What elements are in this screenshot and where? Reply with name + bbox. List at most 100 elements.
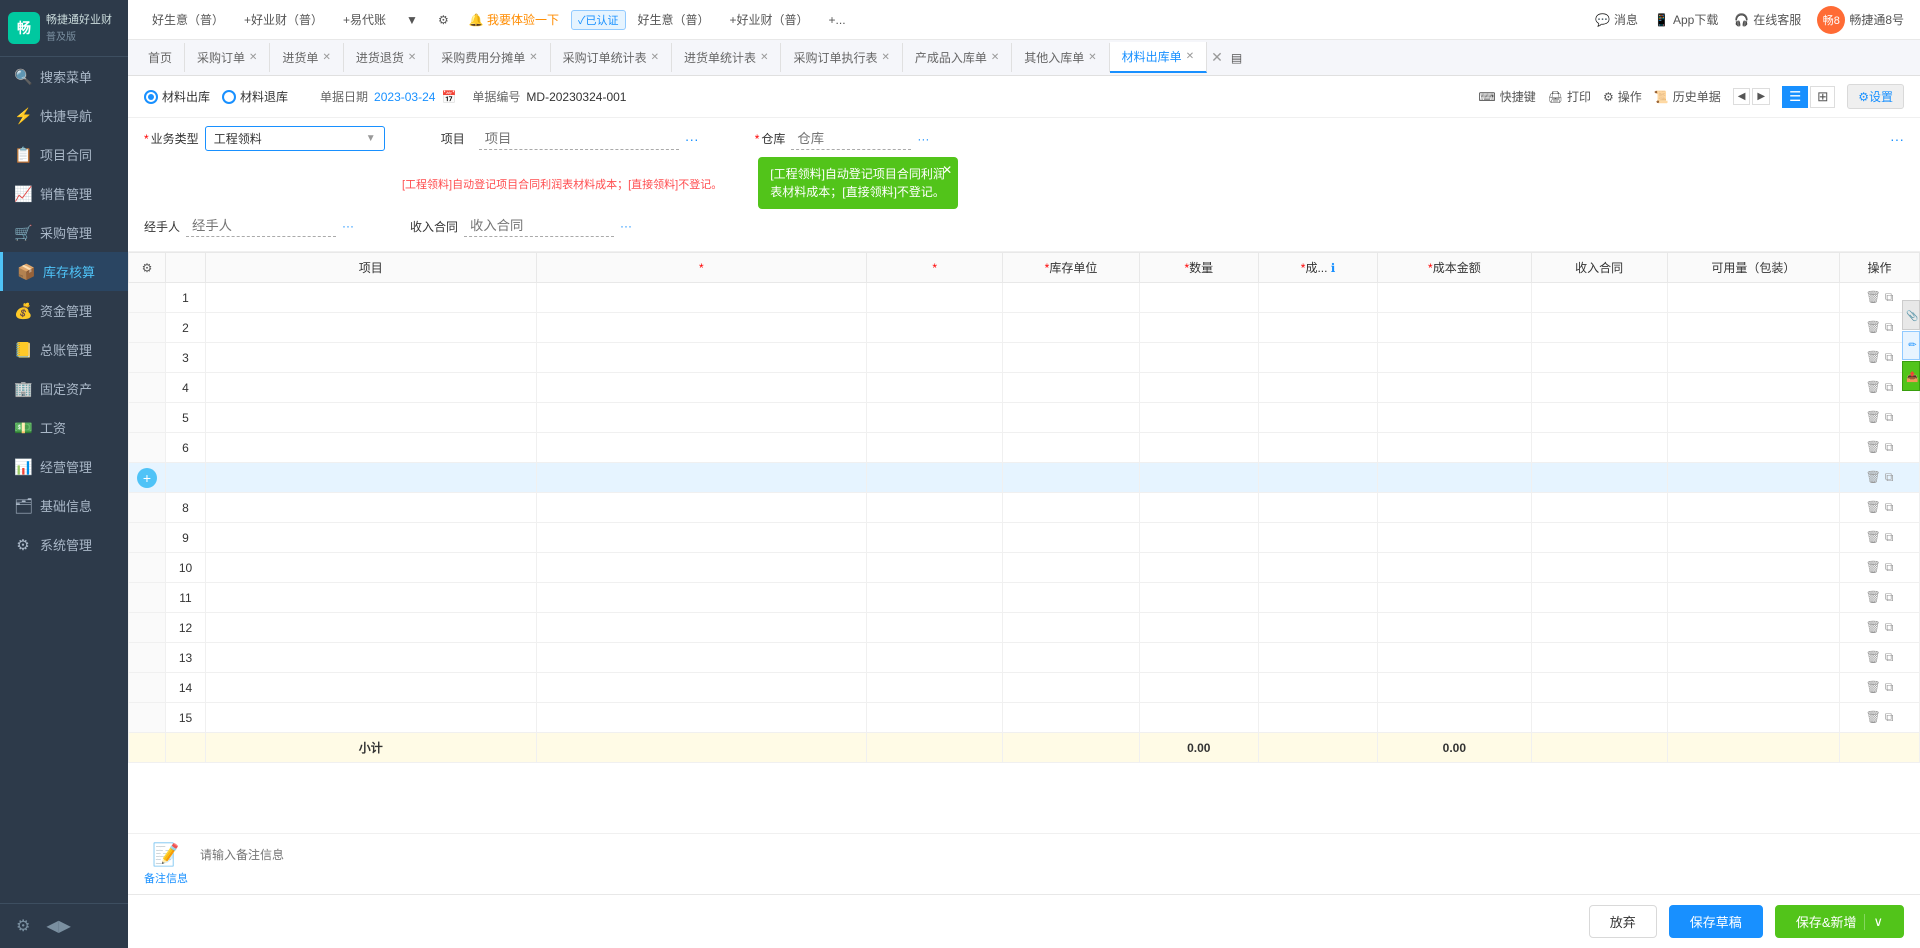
tab-purchase-stats[interactable]: 采购订单统计表 ✕ [551, 43, 672, 72]
user-action[interactable]: 畅8 畅捷通8号 [1817, 6, 1904, 34]
td-project[interactable] [206, 433, 537, 463]
app-download-action[interactable]: 📱 App下载 [1654, 11, 1718, 28]
td-cost-amount[interactable] [1378, 433, 1531, 463]
td-income-contract[interactable] [1531, 283, 1667, 313]
copy-icon[interactable]: ⧉ [1885, 410, 1894, 424]
tab-product-in[interactable]: 产成品入库单 ✕ [903, 43, 1012, 72]
warehouse-input[interactable] [791, 128, 911, 150]
td-project[interactable] [206, 283, 537, 313]
td-spec[interactable] [867, 373, 1003, 403]
copy-icon[interactable]: ⧉ [1885, 470, 1894, 484]
sidebar-item-project[interactable]: 📋 项目合同 [0, 135, 128, 174]
business-type-select[interactable]: 工程领料 ▼ [205, 126, 385, 151]
message-action[interactable]: 💬 消息 [1595, 11, 1638, 28]
shortcut-action[interactable]: ⌨ 快捷键 [1478, 88, 1535, 105]
td-material-active[interactable] [536, 463, 867, 493]
material-cell-input[interactable] [545, 470, 859, 485]
td-income-contract[interactable] [1531, 313, 1667, 343]
tab-close-purchase-expense[interactable]: ✕ [529, 52, 537, 63]
copy-icon[interactable]: ⧉ [1885, 290, 1894, 304]
cost-price-info-icon[interactable]: ℹ [1331, 261, 1336, 275]
income-contract-input[interactable] [464, 215, 614, 237]
settings-bottom-icon[interactable]: ⚙ [16, 916, 30, 936]
copy-icon[interactable]: ⧉ [1885, 530, 1894, 544]
td-quantity[interactable] [1139, 403, 1258, 433]
right-tool-3[interactable]: 📤 [1902, 361, 1920, 391]
handler-expand[interactable]: ··· [342, 219, 354, 233]
delete-icon[interactable]: 🗑 [1866, 710, 1881, 724]
td-material[interactable] [536, 313, 867, 343]
discard-button[interactable]: 放弃 [1589, 905, 1657, 938]
prev-arrow[interactable]: ◀ [1733, 88, 1751, 105]
tooltip-close[interactable]: ✕ [942, 161, 952, 179]
td-material[interactable] [536, 283, 867, 313]
td-project[interactable] [206, 313, 537, 343]
td-available-qty[interactable] [1667, 403, 1839, 433]
td-spec[interactable] [867, 283, 1003, 313]
td-available-qty[interactable] [1667, 433, 1839, 463]
nav-good-business[interactable]: 好生意（普） [144, 7, 232, 32]
td-warehouse-unit[interactable] [1003, 373, 1139, 403]
td-quantity[interactable] [1139, 433, 1258, 463]
online-support-action[interactable]: 🎧 在线客服 [1734, 11, 1801, 28]
tab-close-material-out[interactable]: ✕ [1186, 51, 1194, 62]
add-row-button[interactable]: + [137, 468, 157, 488]
td-income-contract[interactable] [1531, 403, 1667, 433]
td-quantity[interactable] [1139, 313, 1258, 343]
nav-settings-icon[interactable]: ⚙ [430, 9, 457, 31]
delete-icon[interactable]: 🗑 [1866, 350, 1881, 364]
td-material[interactable] [536, 403, 867, 433]
td-income-contract[interactable] [1531, 433, 1667, 463]
nav-good-wealth2[interactable]: +好业财（普） [722, 7, 817, 32]
settings-button[interactable]: ⚙设置 [1847, 84, 1904, 109]
notes-input[interactable] [196, 842, 1904, 882]
delete-icon[interactable]: 🗑 [1866, 620, 1881, 634]
tab-close-receipt-stats[interactable]: ✕ [760, 52, 768, 63]
td-cost-amount[interactable] [1378, 313, 1531, 343]
nav-easy-agent[interactable]: +易代账 [335, 7, 394, 32]
td-spec[interactable] [867, 433, 1003, 463]
history-action[interactable]: 📜 历史单据 [1654, 88, 1721, 105]
operate-action[interactable]: ⚙ 操作 [1603, 88, 1642, 105]
delete-icon[interactable]: 🗑 [1866, 470, 1881, 484]
td-warehouse-unit[interactable] [1003, 433, 1139, 463]
copy-icon[interactable]: ⧉ [1885, 680, 1894, 694]
nav-dropdown-arrow[interactable]: ▼ [398, 9, 426, 31]
delete-icon[interactable]: 🗑 [1866, 290, 1881, 304]
td-spec[interactable] [867, 343, 1003, 373]
td-income-contract[interactable] [1531, 373, 1667, 403]
td-material[interactable] [536, 343, 867, 373]
delete-icon[interactable]: 🗑 [1866, 440, 1881, 454]
grid-view-btn[interactable]: ⊞ [1810, 86, 1835, 108]
td-cost-amount[interactable] [1378, 343, 1531, 373]
td-warehouse-unit[interactable] [1003, 283, 1139, 313]
sidebar-item-finance[interactable]: 💰 资金管理 [0, 291, 128, 330]
right-tool-1[interactable]: 📎 [1902, 300, 1920, 330]
td-warehouse-unit[interactable] [1003, 343, 1139, 373]
tab-receipt-stats[interactable]: 进货单统计表 ✕ [672, 43, 781, 72]
sidebar-item-salary[interactable]: 💵 工资 [0, 408, 128, 447]
td-spec[interactable] [867, 403, 1003, 433]
save-new-button[interactable]: 保存&新增 ∨ [1775, 905, 1904, 938]
copy-icon[interactable]: ⧉ [1885, 320, 1894, 334]
project-expand[interactable]: ··· [685, 131, 699, 147]
td-cost-price[interactable] [1258, 283, 1377, 313]
copy-icon[interactable]: ⧉ [1885, 650, 1894, 664]
income-contract-expand[interactable]: ··· [620, 219, 632, 233]
td-material[interactable] [536, 433, 867, 463]
list-view-btn[interactable]: ☰ [1782, 86, 1808, 108]
td-spec[interactable] [867, 313, 1003, 343]
td-warehouse-unit[interactable] [1003, 403, 1139, 433]
print-action[interactable]: 🖨 打印 [1548, 88, 1591, 105]
nav-good-business2[interactable]: 好生意（普） [630, 7, 718, 32]
handler-input[interactable] [186, 215, 336, 237]
copy-icon[interactable]: ⧉ [1885, 500, 1894, 514]
td-cost-price-active[interactable] [1258, 463, 1377, 493]
nav-experience[interactable]: 🔔 我要体验一下 [461, 7, 567, 32]
delete-icon[interactable]: 🗑 [1866, 410, 1881, 424]
tab-material-out[interactable]: 材料出库单 ✕ [1110, 42, 1207, 73]
td-project[interactable] [206, 343, 537, 373]
td-available-qty[interactable] [1667, 343, 1839, 373]
sidebar-item-system[interactable]: ⚙ 系统管理 [0, 525, 128, 564]
save-draft-button[interactable]: 保存草稿 [1669, 905, 1763, 938]
